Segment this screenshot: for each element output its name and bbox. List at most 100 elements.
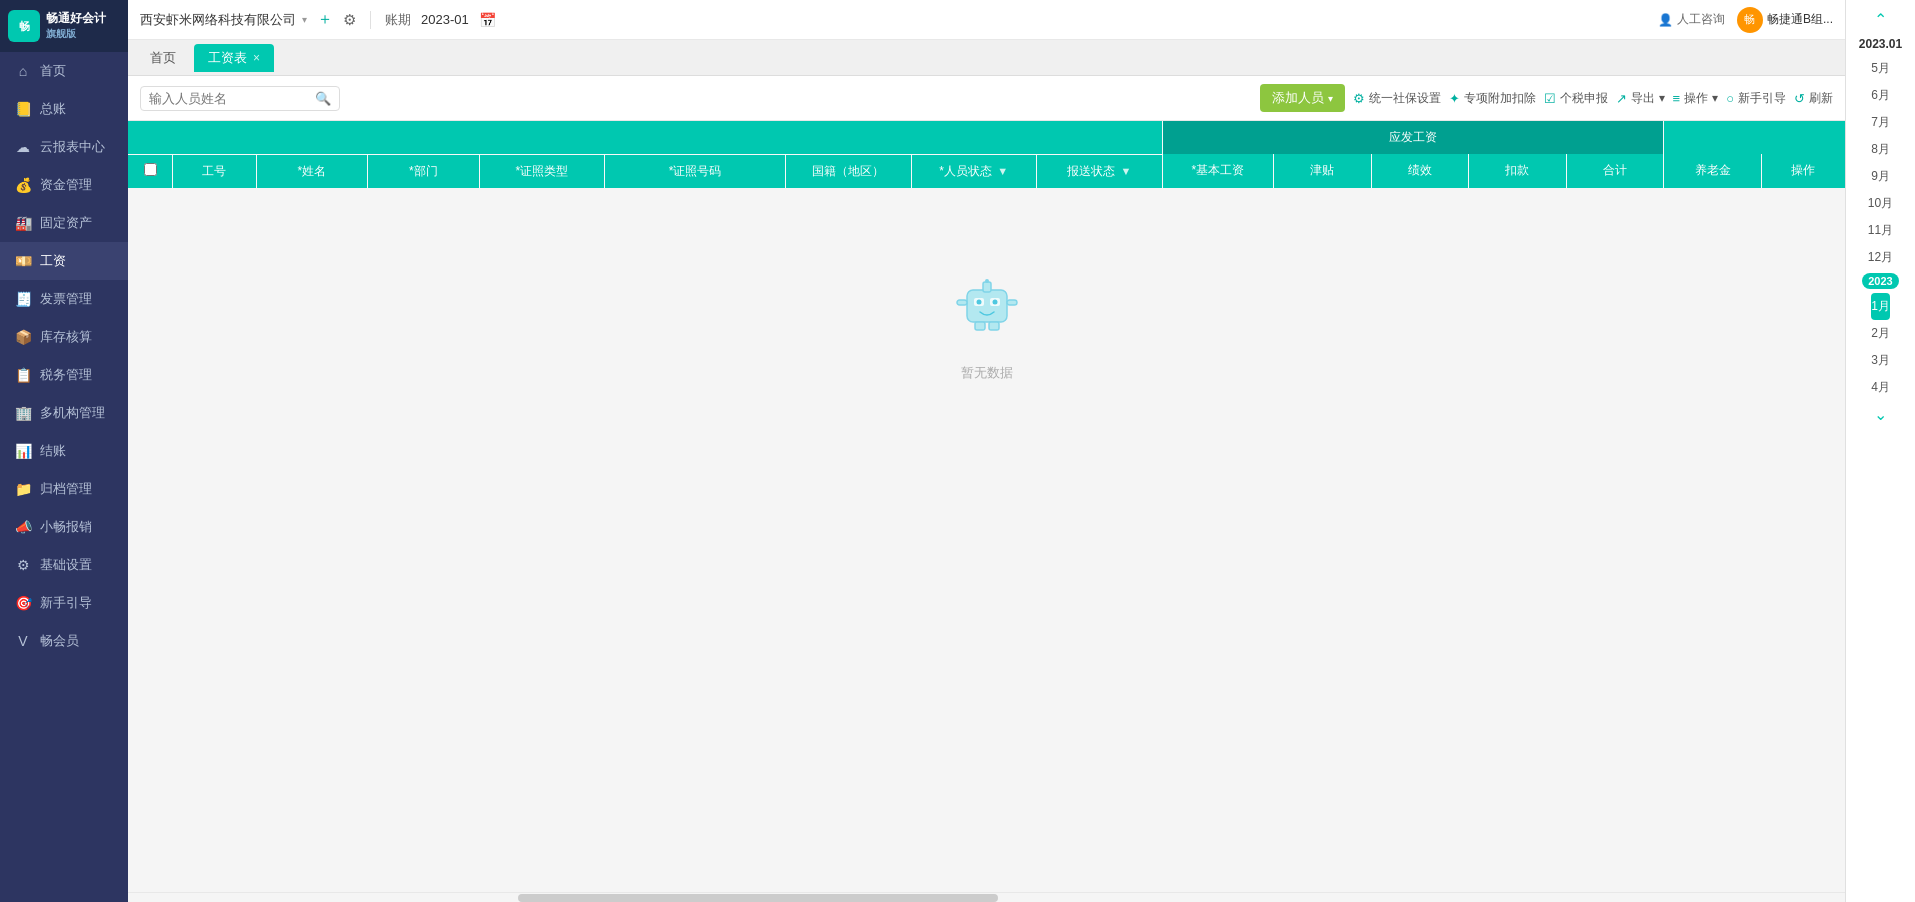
nav-label-4: 固定资产 bbox=[40, 214, 92, 232]
sidebar-item-首页[interactable]: ⌂首页 bbox=[0, 52, 128, 90]
add-company-button[interactable]: ＋ bbox=[317, 9, 333, 30]
period-label: 账期 bbox=[385, 11, 411, 29]
app-header: 西安虾米网络科技有限公司 ▾ ＋ ⚙ 账期 2023-01 📅 👤 人工咨询 畅… bbox=[128, 0, 1845, 40]
export-icon: ↗ bbox=[1616, 91, 1627, 106]
cal-month-prev-7[interactable]: 7月 bbox=[1868, 109, 1893, 136]
svg-rect-8 bbox=[1007, 300, 1017, 305]
search-input[interactable] bbox=[149, 91, 309, 106]
calendar-year-header: 2023.01 bbox=[1859, 33, 1902, 55]
sidebar-item-小畅报销[interactable]: 📣小畅报销 bbox=[0, 508, 128, 546]
refresh-label: 刷新 bbox=[1809, 90, 1833, 107]
calendar-down-nav[interactable]: ⌄ bbox=[1870, 401, 1891, 428]
cal-month-curr-3[interactable]: 3月 bbox=[1871, 347, 1890, 374]
sidebar-item-归档管理[interactable]: 📁归档管理 bbox=[0, 470, 128, 508]
th-id-no: *证照号码 bbox=[605, 154, 786, 188]
nav-label-1: 总账 bbox=[40, 100, 66, 118]
sidebar-item-税务管理[interactable]: 📋税务管理 bbox=[0, 356, 128, 394]
th-total: 合计 bbox=[1566, 154, 1664, 188]
cal-month-prev-10[interactable]: 10月 bbox=[1868, 190, 1893, 217]
guide-label: 新手引导 bbox=[1738, 90, 1786, 107]
operations-button[interactable]: ≡ 操作 ▾ bbox=[1673, 90, 1719, 107]
tab-close-icon[interactable]: × bbox=[253, 51, 260, 65]
refresh-button[interactable]: ↺ 刷新 bbox=[1794, 90, 1833, 107]
cal-month-curr-2[interactable]: 2月 bbox=[1871, 320, 1890, 347]
operations-label: 操作 bbox=[1684, 90, 1708, 107]
guide-button[interactable]: ○ 新手引导 bbox=[1726, 90, 1786, 107]
export-label: 导出 bbox=[1631, 90, 1655, 107]
nav-icon-5: 💴 bbox=[14, 253, 32, 269]
sidebar-item-畅会员[interactable]: V畅会员 bbox=[0, 622, 128, 660]
nav-label-2: 云报表中心 bbox=[40, 138, 105, 156]
nav-icon-1: 📒 bbox=[14, 101, 32, 117]
refresh-icon: ↺ bbox=[1794, 91, 1805, 106]
select-all-checkbox[interactable] bbox=[144, 163, 157, 176]
th-checkbox bbox=[128, 154, 173, 188]
export-button[interactable]: ↗ 导出 ▾ bbox=[1616, 90, 1665, 107]
sidebar-item-结账[interactable]: 📊结账 bbox=[0, 432, 128, 470]
cal-month-prev-11[interactable]: 11月 bbox=[1868, 217, 1893, 244]
nav-label-6: 发票管理 bbox=[40, 290, 92, 308]
person-status-filter-icon[interactable]: ▼ bbox=[997, 165, 1008, 177]
cal-month-prev-8[interactable]: 8月 bbox=[1868, 136, 1893, 163]
cal-month-prev-9[interactable]: 9月 bbox=[1868, 163, 1893, 190]
sidebar-item-发票管理[interactable]: 🧾 发票管理 bbox=[0, 280, 128, 318]
tax-report-button[interactable]: ☑ 个税申报 bbox=[1544, 90, 1608, 107]
calendar-up-nav[interactable]: ⌃ bbox=[1870, 6, 1891, 33]
cal-month-prev-5[interactable]: 5月 bbox=[1868, 55, 1893, 82]
sidebar-item-云报表中心[interactable]: ☁云报表中心 bbox=[0, 128, 128, 166]
th-operations: 操作 bbox=[1761, 154, 1845, 188]
svg-point-3 bbox=[976, 299, 981, 304]
submit-status-filter-icon[interactable]: ▼ bbox=[1120, 165, 1131, 177]
nav-icon-0: ⌂ bbox=[14, 63, 32, 79]
th-id-type: *证照类型 bbox=[479, 154, 604, 188]
add-person-button[interactable]: 添加人员 ▾ bbox=[1260, 84, 1345, 112]
tab-salary[interactable]: 工资表 × bbox=[194, 44, 274, 72]
sidebar-item-固定资产[interactable]: 🏭固定资产 bbox=[0, 204, 128, 242]
app-logo: 畅 畅通好会计 旗舰版 bbox=[0, 0, 128, 52]
th-deduction: 扣款 bbox=[1469, 154, 1567, 188]
social-security-button[interactable]: ⚙ 统一社保设置 bbox=[1353, 90, 1441, 107]
salary-table-body: 暂无数据 bbox=[128, 188, 1845, 462]
company-chevron-icon: ▾ bbox=[302, 14, 307, 25]
guide-icon: ○ bbox=[1726, 91, 1734, 106]
tab-bar: 首页 工资表 × bbox=[128, 40, 1845, 76]
group-yifa-label: 应发工资 bbox=[1162, 121, 1664, 154]
logo-icon: 畅 bbox=[8, 10, 40, 42]
nav-label-3: 资金管理 bbox=[40, 176, 92, 194]
sidebar-item-总账[interactable]: 📒 总账 bbox=[0, 90, 128, 128]
nav-label-15: 畅会员 bbox=[40, 632, 79, 650]
th-no: 工号 bbox=[173, 154, 257, 188]
cal-month-prev-12[interactable]: 12月 bbox=[1868, 244, 1893, 271]
sidebar-item-库存核算[interactable]: 📦库存核算 bbox=[0, 318, 128, 356]
tab-home[interactable]: 首页 bbox=[136, 44, 190, 72]
nav-label-8: 税务管理 bbox=[40, 366, 92, 384]
empty-state: 暂无数据 bbox=[128, 188, 1845, 462]
salary-toolbar: 🔍 添加人员 ▾ ⚙ 统一社保设置 ✦ 专项附加扣除 ☑ 个税申报 ↗ 导出 bbox=[128, 76, 1845, 121]
special-deduction-button[interactable]: ✦ 专项附加扣除 bbox=[1449, 90, 1536, 107]
calendar-icon[interactable]: 📅 bbox=[479, 12, 496, 28]
sidebar-item-工资[interactable]: 💴工资 bbox=[0, 242, 128, 280]
th-dept: *部门 bbox=[368, 154, 479, 188]
table-group-header-row: 应发工资 bbox=[128, 121, 1845, 154]
user-menu[interactable]: 畅 畅捷通B组... bbox=[1737, 7, 1833, 33]
sidebar-item-基础设置[interactable]: ⚙基础设置 bbox=[0, 546, 128, 584]
nav-icon-6: 🧾 bbox=[14, 291, 32, 307]
cal-month-curr-1[interactable]: 1月 bbox=[1871, 293, 1890, 320]
sidebar-item-新手引导[interactable]: 🎯新手引导 bbox=[0, 584, 128, 622]
svg-point-6 bbox=[985, 279, 989, 283]
group-spacer bbox=[128, 121, 1162, 154]
nav-icon-7: 📦 bbox=[14, 329, 32, 345]
settings-icon[interactable]: ⚙ bbox=[343, 11, 356, 29]
scrollbar-thumb[interactable] bbox=[518, 894, 998, 902]
company-selector[interactable]: 西安虾米网络科技有限公司 ▾ bbox=[140, 11, 307, 29]
group-other-spacer bbox=[1664, 121, 1845, 154]
username-label: 畅捷通B组... bbox=[1767, 11, 1833, 28]
cal-month-prev-6[interactable]: 6月 bbox=[1868, 82, 1893, 109]
sidebar-item-多机构管理[interactable]: 🏢多机构管理 bbox=[0, 394, 128, 432]
table-scrollbar[interactable] bbox=[128, 892, 1845, 902]
service-button[interactable]: 👤 人工咨询 bbox=[1658, 11, 1725, 28]
sidebar-item-资金管理[interactable]: 💰资金管理 bbox=[0, 166, 128, 204]
cal-month-curr-4[interactable]: 4月 bbox=[1871, 374, 1890, 401]
nav-icon-11: 📁 bbox=[14, 481, 32, 497]
search-icon: 🔍 bbox=[315, 91, 331, 106]
